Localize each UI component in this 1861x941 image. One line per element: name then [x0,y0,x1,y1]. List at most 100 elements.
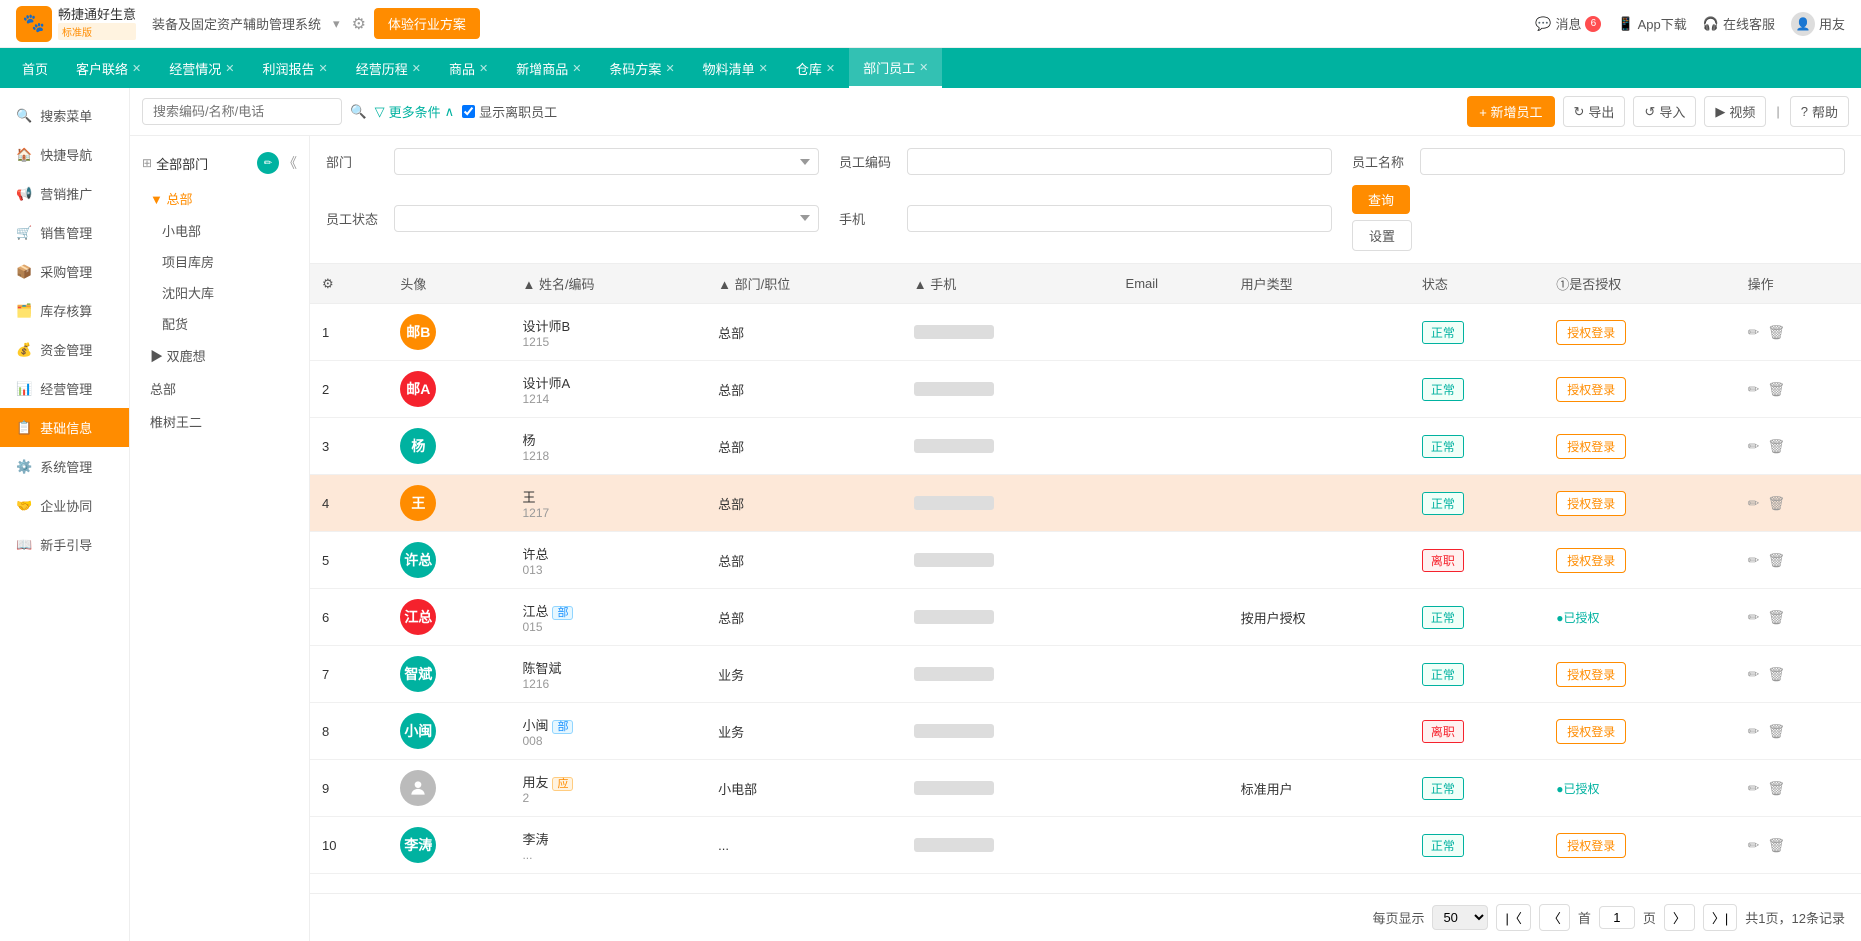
export-btn[interactable]: ↻ 导出 [1563,96,1626,127]
nav-tab-goods-close[interactable]: ✕ [479,62,488,75]
col-settings[interactable]: ⚙ [310,264,388,304]
sidebar-item-marketing[interactable]: 📢 营销推广 [0,174,129,213]
edit-btn[interactable]: ✏ [1748,552,1760,569]
nav-tab-customer-close[interactable]: ✕ [132,62,141,75]
sidebar-item-basic[interactable]: 📋 基础信息 [0,408,129,447]
dept-child-shenyang[interactable]: 沈阳大库 [130,277,309,308]
edit-btn[interactable]: ✏ [1748,780,1760,797]
nav-tab-bom-close[interactable]: ✕ [759,62,768,75]
nav-tab-history-close[interactable]: ✕ [412,62,421,75]
nav-tab-employee[interactable]: 部门员工 ✕ [849,48,942,88]
search-btn[interactable]: 查询 [1352,185,1410,214]
nav-tab-barcode[interactable]: 条码方案 ✕ [595,48,688,88]
message-action[interactable]: 💬 消息 6 [1535,14,1601,33]
edit-btn[interactable]: ✏ [1748,324,1760,341]
online-service-action[interactable]: 🎧 在线客服 [1703,14,1775,33]
delete-btn[interactable]: 🗑 [1767,780,1785,797]
nav-tab-goods[interactable]: 商品 ✕ [435,48,502,88]
delete-btn[interactable]: 🗑 [1767,381,1785,398]
auth-login-btn[interactable]: 授权登录 [1556,377,1626,402]
user-action[interactable]: 👤 用友 [1791,12,1845,36]
sidebar-item-inventory[interactable]: 🗂️ 库存核算 [0,291,129,330]
nav-tab-home[interactable]: 首页 [8,48,62,88]
delete-btn[interactable]: 🗑 [1767,837,1785,854]
cell-auth[interactable]: ●已授权 [1544,589,1735,646]
auth-login-btn[interactable]: 授权登录 [1556,548,1626,573]
auth-login-btn[interactable]: 授权登录 [1556,833,1626,858]
nav-tab-barcode-close[interactable]: ✕ [665,62,674,75]
nav-tab-warehouse-close[interactable]: ✕ [826,62,835,75]
sidebar-item-guide[interactable]: 📖 新手引导 [0,525,129,564]
sidebar-item-quicknav[interactable]: 🏠 快捷导航 [0,135,129,174]
dept-collapse-btn[interactable]: 《 [283,153,297,173]
reset-btn[interactable]: 设置 [1352,220,1412,251]
cell-auth[interactable]: 授权登录 [1544,703,1735,760]
nav-tab-history[interactable]: 经营历程 ✕ [342,48,435,88]
show-resigned-checkbox[interactable]: 显示离职员工 [462,102,557,121]
edit-btn[interactable]: ✏ [1748,609,1760,626]
cell-auth[interactable]: 授权登录 [1544,361,1735,418]
dept-child-delivery[interactable]: 配货 [130,308,309,339]
app-download-action[interactable]: 📱 App下载 [1617,14,1686,33]
per-page-select[interactable]: 50 20 100 [1432,905,1488,930]
auth-login-btn[interactable]: 授权登录 [1556,320,1626,345]
dept-item-general[interactable]: ▼ 总部 [130,182,309,215]
delete-btn[interactable]: 🗑 [1767,666,1785,683]
nav-tab-profit-close[interactable]: ✕ [319,62,328,75]
delete-btn[interactable]: 🗑 [1767,495,1785,512]
delete-btn[interactable]: 🗑 [1767,552,1785,569]
auth-login-btn[interactable]: 授权登录 [1556,434,1626,459]
nav-tab-bom[interactable]: 物料清单 ✕ [689,48,782,88]
sidebar-item-sales[interactable]: 🛒 销售管理 [0,213,129,252]
sidebar-item-purchase[interactable]: 📦 采购管理 [0,252,129,291]
view-btn[interactable]: ▶ 视频 [1704,96,1766,127]
auth-login-btn[interactable]: 授权登录 [1556,719,1626,744]
nav-tab-customer[interactable]: 客户联络 ✕ [62,48,155,88]
nav-tab-operation-close[interactable]: ✕ [225,62,234,75]
edit-btn[interactable]: ✏ [1748,837,1760,854]
delete-btn[interactable]: 🗑 [1767,324,1785,341]
col-dept[interactable]: ▲ 部门/职位 [706,264,902,304]
employee-code-input[interactable] [907,148,1332,175]
dept-select[interactable] [394,148,819,175]
edit-btn[interactable]: ✏ [1748,495,1760,512]
auth-login-btn[interactable]: 授权登录 [1556,491,1626,516]
delete-btn[interactable]: 🗑 [1767,438,1785,455]
first-page-btn[interactable]: |〈 [1496,904,1530,931]
edit-btn[interactable]: ✏ [1748,381,1760,398]
col-phone[interactable]: ▲ 手机 [902,264,1114,304]
settings-icon[interactable]: ⚙ [352,14,366,34]
nav-tab-employee-close[interactable]: ✕ [919,61,928,74]
dept-item-twins[interactable]: ▶ 双鹿想 [130,339,309,372]
sidebar-item-operation[interactable]: 📊 经营管理 [0,369,129,408]
sidebar-item-search[interactable]: 🔍 搜索菜单 [0,96,129,135]
search-submit-btn[interactable]: 🔍 [350,104,367,120]
import-btn[interactable]: ↺ 导入 [1633,96,1696,127]
cell-auth[interactable]: 授权登录 [1544,646,1735,703]
sidebar-item-enterprise[interactable]: 🤝 企业协同 [0,486,129,525]
cell-auth[interactable]: 授权登录 [1544,817,1735,874]
next-page-btn[interactable]: 〉 [1664,904,1695,931]
cell-auth[interactable]: 授权登录 [1544,532,1735,589]
add-employee-btn[interactable]: + 新增员工 [1467,96,1554,127]
edit-btn[interactable]: ✏ [1748,438,1760,455]
current-page-input[interactable] [1599,906,1635,929]
prev-page-btn[interactable]: 〈 [1539,904,1570,931]
more-filter-btn[interactable]: ▽ 更多条件 ∧ [375,102,455,121]
sidebar-item-finance[interactable]: 💰 资金管理 [0,330,129,369]
cell-auth[interactable]: 授权登录 [1544,304,1735,361]
employee-name-input[interactable] [1420,148,1845,175]
trial-btn[interactable]: 体验行业方案 [374,8,480,39]
nav-tab-operation[interactable]: 经营情况 ✕ [155,48,248,88]
cell-auth[interactable]: 授权登录 [1544,475,1735,532]
nav-tab-new-goods[interactable]: 新增商品 ✕ [502,48,595,88]
nav-tab-profit[interactable]: 利润报告 ✕ [248,48,341,88]
cell-auth[interactable]: ●已授权 [1544,760,1735,817]
last-page-btn[interactable]: 〉| [1703,904,1737,931]
search-input[interactable] [142,98,342,125]
nav-tab-warehouse[interactable]: 仓库 ✕ [782,48,849,88]
nav-tab-new-goods-close[interactable]: ✕ [572,62,581,75]
edit-btn[interactable]: ✏ [1748,723,1760,740]
show-resigned-input[interactable] [462,105,475,118]
delete-btn[interactable]: 🗑 [1767,723,1785,740]
